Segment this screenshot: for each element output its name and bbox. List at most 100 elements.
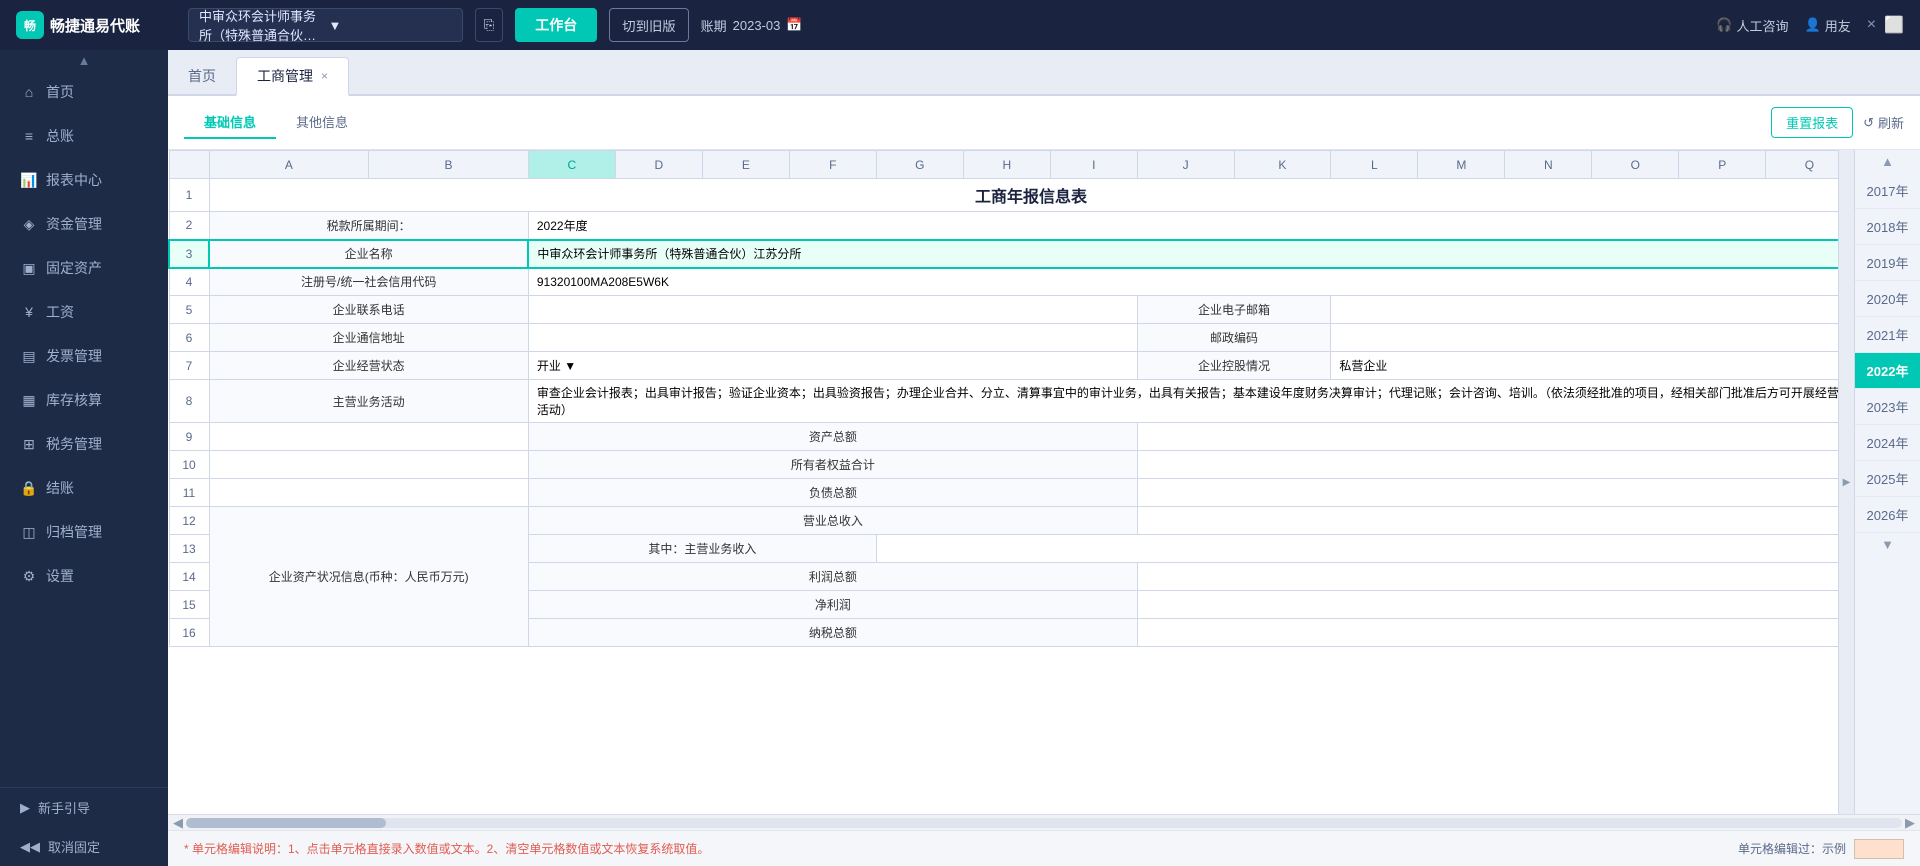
tab-home[interactable]: 首页 [168,58,236,96]
row-num-11: 11 [169,479,209,507]
col-header-F: F [789,151,876,179]
sidebar-item-close-account[interactable]: 🔒 结账 [0,466,168,510]
sidebar-item-tax[interactable]: ⊞ 税务管理 [0,422,168,466]
table-row: 6 企业通信地址 邮政编码 [169,324,1853,352]
col-header-A: A [209,151,369,179]
tab-bar: 首页 工商管理 × [168,50,1920,96]
scroll-left-icon[interactable]: ◀ [170,815,186,831]
year-item-2023[interactable]: 2023年 [1855,389,1920,425]
refresh-button[interactable]: ↺ 刷新 [1863,113,1904,132]
user-button[interactable]: 👤 用友 [1805,16,1851,35]
year-item-2024[interactable]: 2024年 [1855,425,1920,461]
sidebar-item-guide[interactable]: ▶ 新手引导 [0,788,168,827]
net-profit-label-cell: 净利润 [528,591,1137,619]
year-panel-up[interactable]: ▲ [1855,150,1920,173]
sidebar-item-label: 总账 [46,126,74,146]
sidebar-item-fund[interactable]: ◈ 资金管理 [0,202,168,246]
year-item-2025[interactable]: 2025年 [1855,461,1920,497]
service-button[interactable]: 🎧 人工咨询 [1716,16,1788,35]
period-value-cell[interactable]: 2022年度 [528,212,1853,240]
sidebar-item-salary[interactable]: ¥ 工资 [0,290,168,334]
col-header-J: J [1137,151,1234,179]
calendar-icon[interactable]: 📅 [786,17,802,33]
reg-no-value-cell[interactable]: 91320100MA208E5W6K [528,268,1853,296]
user-label: 用友 [1825,16,1851,35]
sidebar-item-asset[interactable]: ▣ 固定资产 [0,246,168,290]
title-cell[interactable]: 工商年报信息表 [209,179,1853,212]
profit-value-cell[interactable] [1137,563,1853,591]
headset-icon: 🎧 [1716,17,1732,33]
scroll-thumb[interactable] [186,818,386,828]
sub-tab-other[interactable]: 其他信息 [276,106,368,139]
year-item-2018[interactable]: 2018年 [1855,209,1920,245]
top-right-controls: 🎧 人工咨询 👤 用友 × ⬜ [1716,15,1904,35]
company-name-cell[interactable]: 中审众环会计师事务所（特殊普通合伙）江苏分所 [528,240,1853,268]
old-version-button[interactable]: 切到旧版 [609,8,688,42]
col-header-P: P [1679,151,1766,179]
postal-label-cell: 邮政编码 [1137,324,1331,352]
year-item-2020[interactable]: 2020年 [1855,281,1920,317]
tax-total-value-cell[interactable] [1137,619,1853,647]
holding-value-cell[interactable]: 私营企业 [1331,352,1853,380]
year-panel-down[interactable]: ▼ [1855,533,1920,556]
service-label: 人工咨询 [1737,16,1789,35]
sidebar-item-inventory[interactable]: ▦ 库存核算 [0,378,168,422]
close-account-icon: 🔒 [20,479,38,497]
window-controls: × ⬜ [1867,15,1904,35]
revenue-value-cell[interactable] [1137,507,1853,535]
sidebar-item-home[interactable]: ⌂ 首页 [0,70,168,114]
net-profit-value-cell[interactable] [1137,591,1853,619]
asset-status-label-cell: 企业资产状况信息(币种：人民币万元) [209,507,528,647]
year-item-2026[interactable]: 2026年 [1855,497,1920,533]
reset-report-button[interactable]: 重置报表 [1771,107,1853,138]
address-value-cell[interactable] [528,324,1137,352]
close-window-icon[interactable]: × [1867,16,1876,34]
copy-icon: ⎘ [484,17,494,33]
biz-status-value-cell[interactable]: 开业 ▼ [528,352,1137,380]
main-revenue-value-cell[interactable] [876,535,1853,563]
sidebar-item-invoice[interactable]: ▤ 发票管理 [0,334,168,378]
sidebar-item-settings[interactable]: ⚙ 设置 [0,554,168,598]
year-item-2019[interactable]: 2019年 [1855,245,1920,281]
company-selector[interactable]: 中审众环会计师事务所（特殊普通合伙… ▼ [188,8,463,42]
sidebar-item-report[interactable]: 📊 报表中心 [0,158,168,202]
table-row: 9 资产总额 [169,423,1853,451]
equity-value-cell[interactable] [1137,451,1853,479]
tab-close-icon[interactable]: × [321,69,328,83]
scroll-right-icon[interactable]: ▶ [1902,815,1918,831]
sidebar: ▲ ⌂ 首页 ≡ 总账 📊 报表中心 ◈ 资金管理 ▣ 固定资产 ¥ 工资 ▤ … [0,50,168,866]
archive-icon: ◫ [20,523,38,541]
sidebar-item-archive[interactable]: ◫ 归档管理 [0,510,168,554]
tab-active[interactable]: 工商管理 × [236,57,349,96]
sub-tab-basic[interactable]: 基础信息 [184,106,276,139]
phone-value-cell[interactable] [528,296,1137,324]
year-item-2017[interactable]: 2017年 [1855,173,1920,209]
horizontal-scrollbar[interactable]: ◀ ▶ [168,814,1920,830]
sidebar-item-unpin[interactable]: ◀◀ 取消固定 [0,827,168,866]
table-row: 5 企业联系电话 企业电子邮箱 [169,296,1853,324]
sidebar-item-label: 工资 [46,302,74,322]
row-num-15: 15 [169,591,209,619]
year-item-2021[interactable]: 2021年 [1855,317,1920,353]
assets-value-cell[interactable] [1137,423,1853,451]
liability-value-cell[interactable] [1137,479,1853,507]
main-biz-value-cell[interactable]: 审查企业会计报表；出具审计报告；验证企业资本；出具验资报告；办理企业合并、分立、… [528,380,1853,423]
col-header-row: A B C D E F G H I J K L [169,151,1853,179]
workbench-button[interactable]: 工作台 [515,8,597,42]
copy-button[interactable]: ⎘ [475,8,503,42]
right-collapse-button[interactable]: ▶ [1838,150,1854,814]
period-value: 2023-03 [733,18,781,33]
logo-icon: 畅 [16,11,44,39]
sidebar-item-ledger[interactable]: ≡ 总账 [0,114,168,158]
email-value-cell[interactable] [1331,296,1853,324]
asset-icon: ▣ [20,259,38,277]
period-label: 账期 [701,16,727,35]
cell-sample [1854,839,1904,859]
spreadsheet-container[interactable]: A B C D E F G H I J K L [168,150,1854,814]
main-biz-label-cell: 主营业务活动 [209,380,528,423]
maximize-icon[interactable]: ⬜ [1884,15,1904,35]
year-item-2022[interactable]: 2022年 [1855,353,1920,389]
sidebar-scroll-up[interactable]: ▲ [0,50,168,70]
scroll-track[interactable] [186,818,1902,828]
postal-value-cell[interactable] [1331,324,1853,352]
